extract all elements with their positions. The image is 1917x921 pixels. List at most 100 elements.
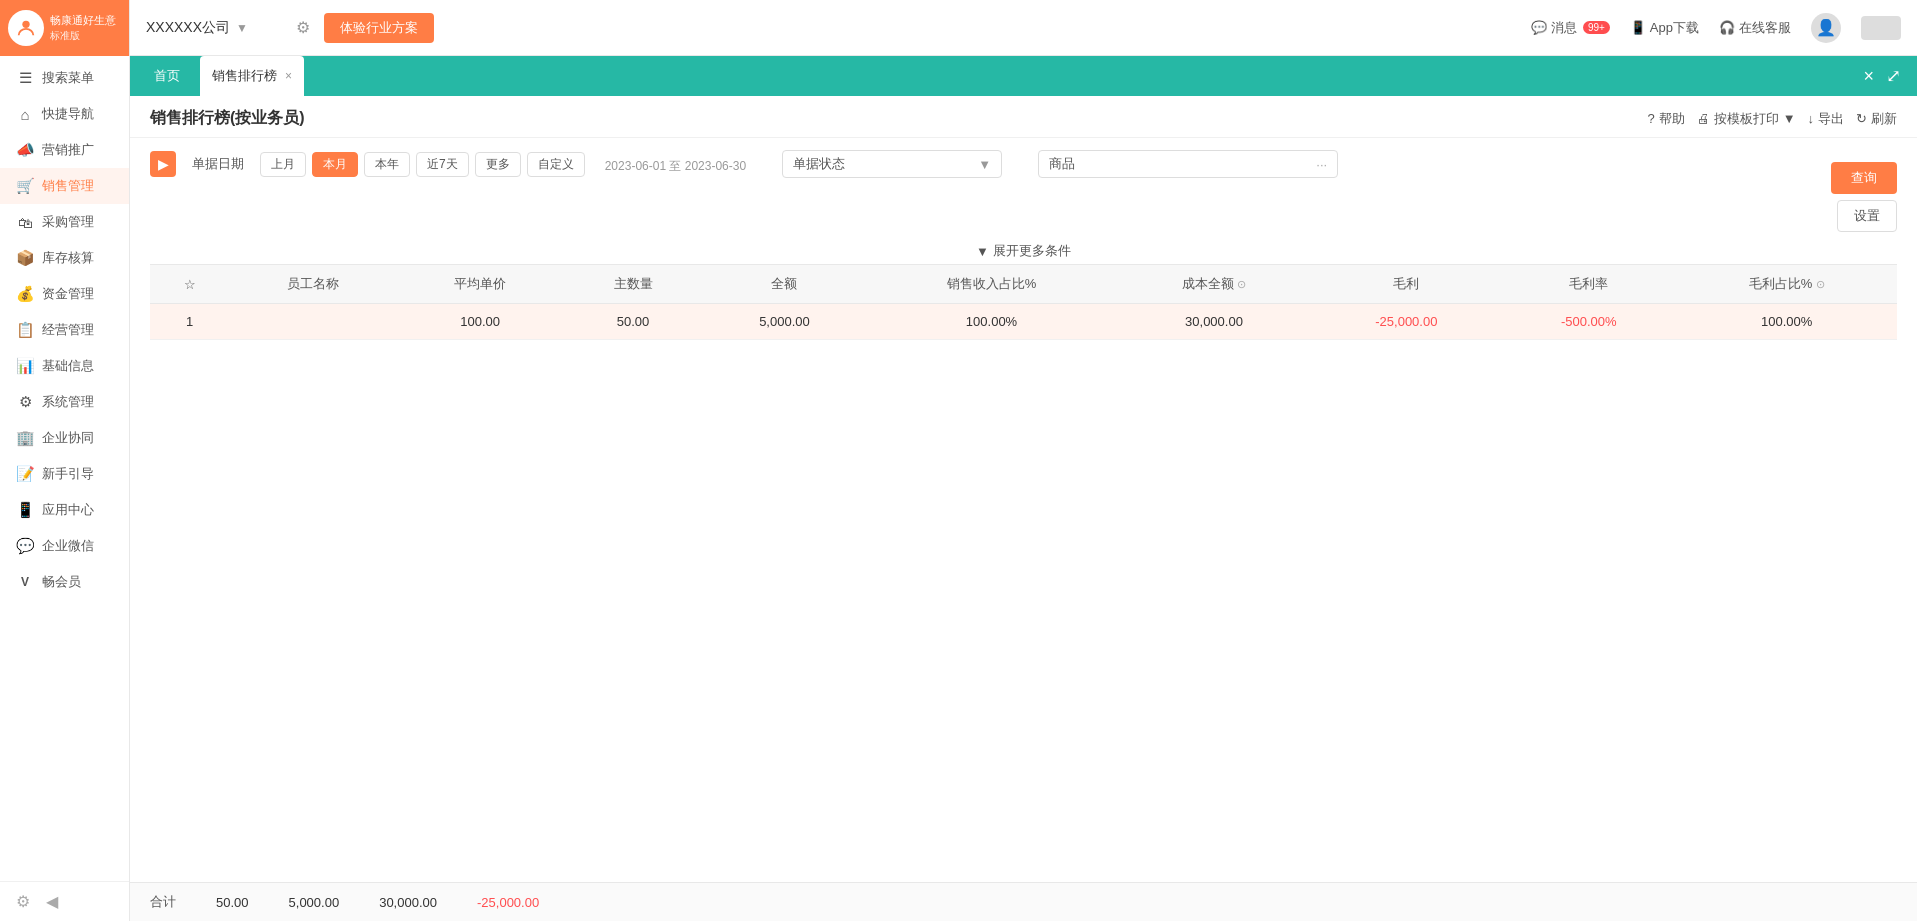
footer-label: 合计: [150, 893, 176, 911]
date-range-display: 2023-06-01 至 2023-06-30: [605, 158, 746, 175]
sidebar-item-label: 搜索菜单: [42, 69, 94, 87]
online-service-item[interactable]: 🎧 在线客服: [1719, 19, 1791, 37]
table-row: 1 100.00 50.00 5,000.00 100.00% 30,000.0…: [150, 304, 1897, 340]
sidebar-item-wechat[interactable]: 💬 企业微信: [0, 528, 129, 564]
content-area: 销售排行榜(按业务员) ? 帮助 🖨 按模板打印 ▼ ↓ 导出: [130, 96, 1917, 921]
company-selector[interactable]: XXXXXX公司 ▼: [146, 19, 286, 37]
th-sales-ratio: 销售收入占比%: [867, 265, 1117, 304]
filter-toggle-btn[interactable]: ▶: [150, 151, 176, 177]
print-icon: 🖨: [1697, 111, 1710, 126]
date-btn-custom[interactable]: 自定义: [527, 152, 585, 177]
avatar[interactable]: 👤: [1811, 13, 1841, 43]
data-table: ☆ 员工名称 平均单价 主数量 全额 销售收入占比% 成本全额 ⊙ 毛利 毛利率…: [150, 264, 1897, 340]
refresh-action[interactable]: ↻ 刷新: [1856, 110, 1897, 128]
sidebar-item-label: 资金管理: [42, 285, 94, 303]
tabbar: 首页 销售排行榜 × × ⤢: [130, 56, 1917, 96]
status-chevron-icon: ▼: [978, 157, 991, 172]
expand-more-btn[interactable]: ▼ 展开更多条件: [964, 238, 1083, 264]
app-download-item[interactable]: 📱 App下载: [1630, 19, 1699, 37]
sidebar-item-member[interactable]: V 畅会员: [0, 564, 129, 600]
topbar: XXXXXX公司 ▼ ⚙ 体验行业方案 💬 消息 99+ 📱 App下载 🎧 在…: [130, 0, 1917, 56]
sidebar-item-operation[interactable]: 📋 经营管理: [0, 312, 129, 348]
help-label: 帮助: [1659, 110, 1685, 128]
query-button[interactable]: 查询: [1831, 162, 1897, 194]
logo-name: 畅康通好生意: [50, 13, 116, 28]
sidebar-item-finance[interactable]: 💰 资金管理: [0, 276, 129, 312]
footer-cost: 30,000.00: [379, 895, 437, 910]
expand-icon: ▼: [976, 244, 989, 259]
footer-qty: 50.00: [216, 895, 249, 910]
sidebar-item-purchase[interactable]: 🛍 采购管理: [0, 204, 129, 240]
user-name-placeholder: [1861, 16, 1901, 40]
company-name: XXXXXX公司: [146, 19, 230, 37]
trial-button[interactable]: 体验行业方案: [324, 13, 434, 43]
date-btn-more[interactable]: 更多: [475, 152, 521, 177]
status-filter[interactable]: 单据状态 ▼: [782, 150, 1002, 178]
date-btn-this-year[interactable]: 本年: [364, 152, 410, 177]
sidebar-logo: 畅康通好生意 标准版: [0, 0, 129, 56]
enterprise-icon: 🏢: [16, 429, 34, 447]
footer-profit-value: -25,000.00: [477, 895, 539, 910]
date-filter-label: 单据日期: [192, 155, 244, 173]
sidebar-nav: ☰ 搜索菜单 ⌂ 快捷导航 📣 营销推广 🛒 销售管理 🛍 采购管理 📦 库存核…: [0, 56, 129, 881]
cell-cost: 30,000.00: [1116, 304, 1311, 340]
sidebar-item-inventory[interactable]: 📦 库存核算: [0, 240, 129, 276]
sidebar-item-marketing[interactable]: 📣 营销推广: [0, 132, 129, 168]
message-badge: 99+: [1583, 21, 1610, 34]
goods-filter[interactable]: 商品 ···: [1038, 150, 1338, 178]
table-body: 1 100.00 50.00 5,000.00 100.00% 30,000.0…: [150, 304, 1897, 340]
th-profit-ratio: 毛利占比% ⊙: [1676, 265, 1897, 304]
help-action[interactable]: ? 帮助: [1647, 110, 1684, 128]
page-title: 销售排行榜(按业务员): [150, 108, 305, 129]
sidebar-item-quick-nav[interactable]: ⌂ 快捷导航: [0, 96, 129, 132]
date-btn-7days[interactable]: 近7天: [416, 152, 469, 177]
company-chevron-icon: ▼: [236, 21, 248, 35]
cell-avg-price: 100.00: [396, 304, 563, 340]
tab-label: 销售排行榜: [212, 67, 277, 85]
app-download-icon: 📱: [1630, 20, 1646, 35]
th-name: 员工名称: [229, 265, 396, 304]
sidebar-item-sales[interactable]: 🛒 销售管理: [0, 168, 129, 204]
cell-profit-ratio: 100.00%: [1676, 304, 1897, 340]
tab-close-icon[interactable]: ×: [285, 69, 292, 83]
sidebar-item-search-order[interactable]: ☰ 搜索菜单: [0, 60, 129, 96]
export-action[interactable]: ↓ 导出: [1808, 110, 1845, 128]
date-btn-this-month[interactable]: 本月: [312, 152, 358, 177]
print-action[interactable]: 🖨 按模板打印 ▼: [1697, 110, 1796, 128]
tab-home[interactable]: 首页: [138, 56, 196, 96]
sidebar-item-enterprise[interactable]: 🏢 企业协同: [0, 420, 129, 456]
settings-button[interactable]: 设置: [1837, 200, 1897, 232]
sidebar-item-system[interactable]: ⚙ 系统管理: [0, 384, 129, 420]
sidebar-item-basic-info[interactable]: 📊 基础信息: [0, 348, 129, 384]
filter-fields: ▶ 单据日期 上月 本月 本年 近7天 更多 自定义 20: [150, 150, 1819, 178]
sidebar-item-guide[interactable]: 📝 新手引导: [0, 456, 129, 492]
sidebar-settings-icon[interactable]: ⚙: [16, 892, 30, 911]
table-footer: 合计 50.00 5,000.00 30,000.00 -25,000.00: [130, 882, 1917, 921]
filter-main-row: ▶ 单据日期 上月 本月 本年 近7天 更多 自定义 20: [130, 138, 1917, 232]
message-item[interactable]: 💬 消息 99+: [1531, 19, 1610, 37]
sidebar-item-label: 营销推广: [42, 141, 94, 159]
window-close-icon[interactable]: ×: [1863, 66, 1874, 87]
online-service-label: 在线客服: [1739, 19, 1791, 37]
cell-profit-rate: -500.00%: [1501, 304, 1676, 340]
side-buttons: 查询 设置: [1831, 150, 1897, 232]
cost-info-icon: ⊙: [1237, 278, 1246, 290]
online-service-icon: 🎧: [1719, 20, 1735, 35]
date-btn-last-month[interactable]: 上月: [260, 152, 306, 177]
window-resize-icon[interactable]: ⤢: [1886, 65, 1901, 87]
refresh-icon: ↻: [1856, 111, 1867, 126]
th-profit-rate: 毛利率: [1501, 265, 1676, 304]
sidebar-collapse-icon[interactable]: ◀: [46, 892, 58, 911]
sidebar-item-label: 基础信息: [42, 357, 94, 375]
th-cost: 成本全额 ⊙: [1116, 265, 1311, 304]
logo-icon: [8, 10, 44, 46]
operation-icon: 📋: [16, 321, 34, 339]
search-order-icon: ☰: [16, 69, 34, 87]
tab-sales-ranking[interactable]: 销售排行榜 ×: [200, 56, 304, 96]
topbar-settings-icon[interactable]: ⚙: [296, 18, 310, 37]
help-icon: ?: [1647, 111, 1654, 126]
refresh-label: 刷新: [1871, 110, 1897, 128]
sidebar-item-label: 系统管理: [42, 393, 94, 411]
sidebar-item-app-center[interactable]: 📱 应用中心: [0, 492, 129, 528]
app-download-label: App下载: [1650, 19, 1699, 37]
